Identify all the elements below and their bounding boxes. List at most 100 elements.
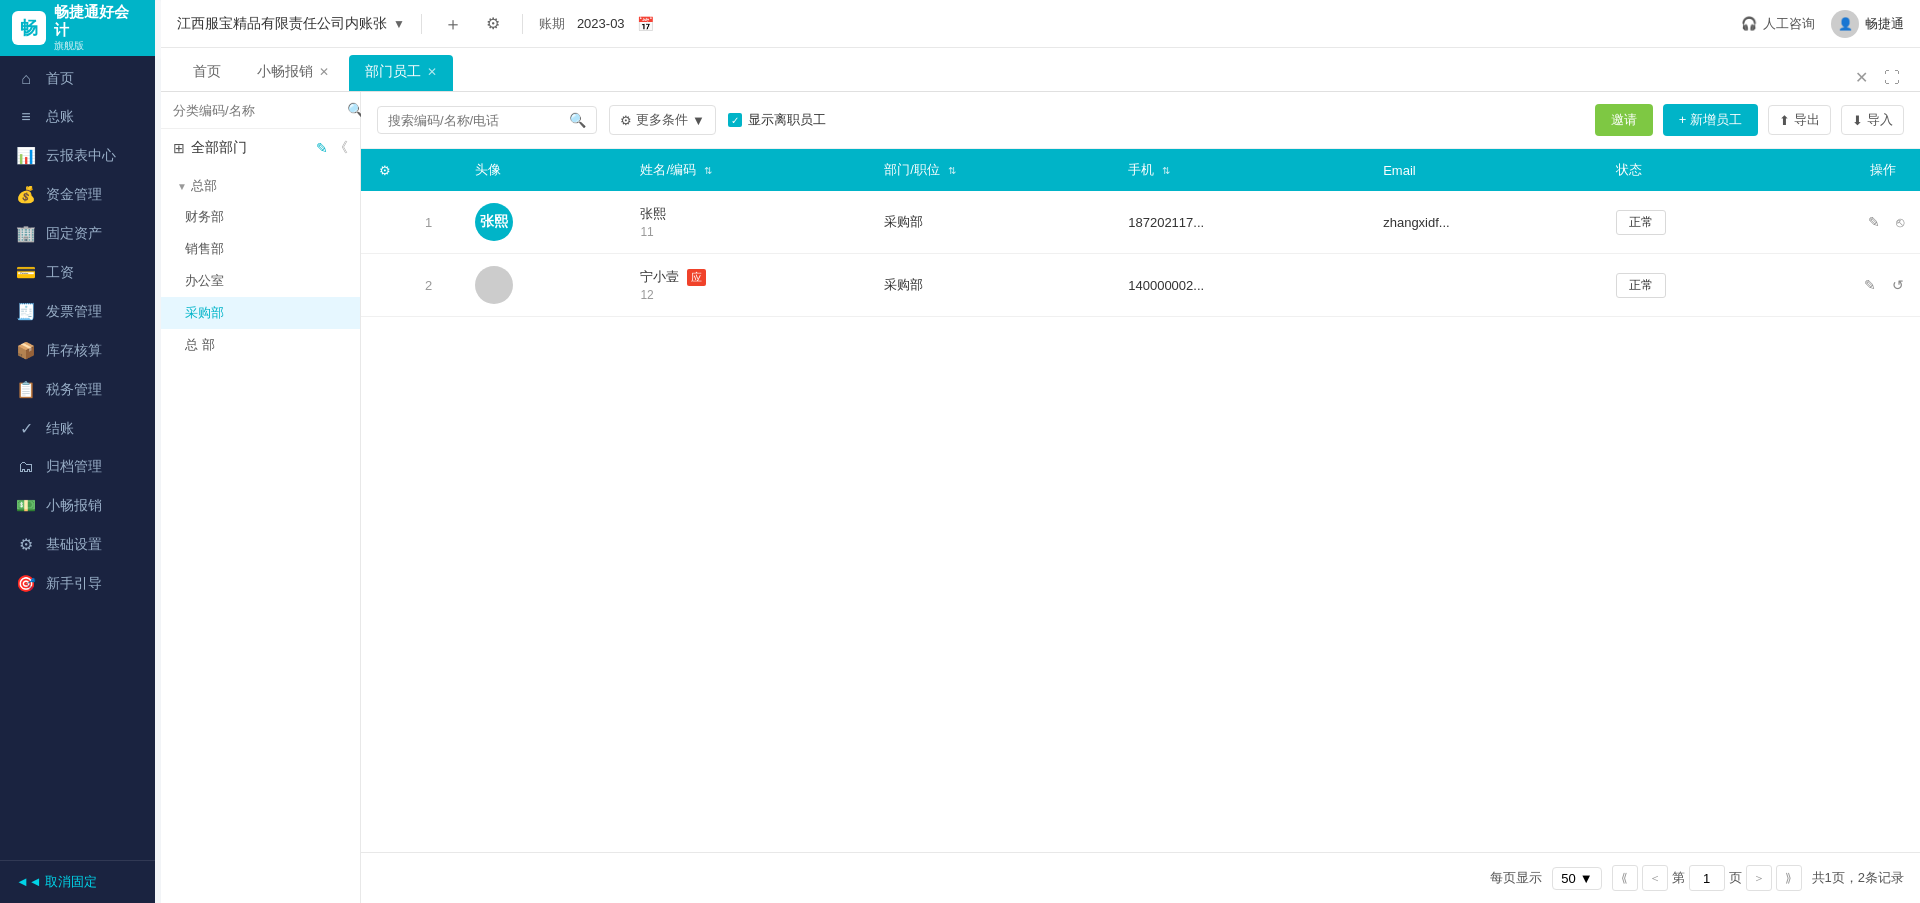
- table-footer: 每页显示 50 ▼ ⟪ ＜ 第 页 ＞ ⟫ 共1页，2条记录: [361, 852, 1920, 903]
- import-button[interactable]: ⬇ 导入: [1841, 105, 1904, 135]
- sidebar-item-inventory[interactable]: 📦 库存核算: [0, 331, 155, 370]
- dept-item-label: 总 部: [185, 337, 215, 352]
- headset-icon: 🎧: [1741, 16, 1757, 31]
- tab-close-all-button[interactable]: ✕: [1851, 64, 1872, 91]
- tab-home[interactable]: 首页: [177, 55, 237, 91]
- edit-dept-button[interactable]: ✎: [316, 140, 328, 156]
- dept-group-root: ▼ 总部 财务部 销售部 办公室 采购部: [161, 167, 360, 365]
- user-avatar: 👤: [1831, 10, 1859, 38]
- employee-name: 宁小壹 应: [640, 268, 852, 286]
- employee-search-input[interactable]: [388, 113, 563, 128]
- sidebar-unpin-btn[interactable]: ◄◄ 取消固定: [0, 860, 155, 903]
- prev-page-button[interactable]: ＜: [1642, 865, 1668, 891]
- last-page-button[interactable]: ⟫: [1776, 865, 1802, 891]
- more-filter-arrow: ▼: [692, 113, 705, 128]
- page-size-select[interactable]: 50 ▼: [1552, 867, 1601, 890]
- collapse-dept-button[interactable]: 《: [334, 139, 348, 157]
- dept-item-label: 销售部: [185, 241, 224, 256]
- col-name[interactable]: 姓名/编码 ⇅: [624, 149, 868, 191]
- sidebar-item-fund[interactable]: 💰 资金管理: [0, 175, 155, 214]
- row-ops-cell: ✎ ↺: [1800, 254, 1920, 317]
- col-phone[interactable]: 手机 ⇅: [1112, 149, 1367, 191]
- more-filter-button[interactable]: ⚙ 更多条件 ▼: [609, 105, 716, 135]
- employee-code: 12: [640, 288, 852, 302]
- sidebar-item-home[interactable]: ⌂ 首页: [0, 60, 155, 98]
- employee-dept: 采购部: [884, 277, 923, 292]
- add-employee-button[interactable]: + 新增员工: [1663, 104, 1758, 136]
- row-avatar-cell: 张熙: [459, 191, 624, 254]
- col-settings[interactable]: ⚙: [361, 149, 409, 191]
- sidebar-item-guide[interactable]: 🎯 新手引导: [0, 564, 155, 603]
- dept-item-finance[interactable]: 财务部: [161, 201, 360, 233]
- refresh-employee-button[interactable]: ↺: [1892, 277, 1904, 293]
- sidebar-item-checkout[interactable]: ✓ 结账: [0, 409, 155, 448]
- row-num: 1: [425, 215, 432, 230]
- invite-button[interactable]: 邀请: [1595, 104, 1653, 136]
- search-icon[interactable]: 🔍: [569, 112, 586, 128]
- scrollbar-thumb: [155, 0, 161, 60]
- page-input[interactable]: [1689, 865, 1725, 891]
- dept-root-title[interactable]: ▼ 总部: [161, 171, 360, 201]
- dept-item-sales[interactable]: 销售部: [161, 233, 360, 265]
- calendar-icon[interactable]: 📅: [637, 16, 654, 32]
- company-selector[interactable]: 江西服宝精品有限责任公司内账张 ▼: [177, 15, 405, 33]
- sidebar-item-salary[interactable]: 💳 工资: [0, 253, 155, 292]
- sidebar-item-invoice[interactable]: 🧾 发票管理: [0, 292, 155, 331]
- dept-search-wrap: 🔍: [161, 92, 360, 129]
- dept-item-general[interactable]: 总 部: [161, 329, 360, 361]
- sidebar-item-label: 新手引导: [46, 575, 102, 593]
- show-resign-wrap: ✓ 显示离职员工: [728, 111, 826, 129]
- sidebar-item-label: 基础设置: [46, 536, 102, 554]
- sidebar-item-tax[interactable]: 📋 税务管理: [0, 370, 155, 409]
- sidebar-logo: 畅 畅捷通好会计 旗舰版: [0, 0, 155, 56]
- show-resign-checkbox[interactable]: ✓: [728, 113, 742, 127]
- export-button[interactable]: ⬆ 导出: [1768, 105, 1831, 135]
- tab-maximize-button[interactable]: ⛶: [1880, 65, 1904, 91]
- sidebar-item-label: 云报表中心: [46, 147, 116, 165]
- edit-employee-button[interactable]: ✎: [1868, 214, 1880, 230]
- dept-item-purchase[interactable]: 采购部: [161, 297, 360, 329]
- col-dept[interactable]: 部门/职位 ⇅: [868, 149, 1112, 191]
- sidebar-item-label: 库存核算: [46, 342, 102, 360]
- tab-expense-close[interactable]: ✕: [319, 65, 329, 79]
- row-name-cell: 张熙 11: [624, 191, 868, 254]
- content-area: 🔍 ⊞ 全部部门 ✎ 《 ▼ 总部: [161, 92, 1920, 903]
- first-page-button[interactable]: ⟪: [1612, 865, 1638, 891]
- employee-table-wrap: ⚙ 头像 姓名/编码 ⇅ 部门/职位 ⇅ 手机 ⇅ Email 状态 操作: [361, 149, 1920, 852]
- tab-dept-employee[interactable]: 部门员工 ✕: [349, 55, 453, 91]
- employee-name: 张熙: [640, 205, 852, 223]
- sidebar-nav: ⌂ 首页 ≡ 总账 📊 云报表中心 💰 资金管理 🏢 固定资产 💳 工资 🧾 发…: [0, 56, 155, 860]
- sidebar-item-archive[interactable]: 🗂 归档管理: [0, 448, 155, 486]
- edit-employee-button[interactable]: ✎: [1864, 277, 1876, 293]
- all-dept-button[interactable]: ⊞ 全部部门: [173, 139, 247, 157]
- employee-email: zhangxidf...: [1383, 215, 1450, 230]
- dept-item-office[interactable]: 办公室: [161, 265, 360, 297]
- service-button[interactable]: 🎧 人工咨询: [1741, 15, 1815, 33]
- period-value: 2023-03: [577, 16, 625, 31]
- dept-search-input[interactable]: [173, 103, 341, 118]
- sidebar-item-label: 小畅报销: [46, 497, 102, 515]
- sidebar-item-reports[interactable]: 📊 云报表中心: [0, 136, 155, 175]
- employee-toolbar: 🔍 ⚙ 更多条件 ▼ ✓ 显示离职员工 邀请 + 新增员工 ⬆ 导出: [361, 92, 1920, 149]
- all-dept-label: 全部部门: [191, 139, 247, 157]
- logout-employee-button[interactable]: ⎋: [1896, 214, 1904, 230]
- tab-dept-close[interactable]: ✕: [427, 65, 437, 79]
- sidebar-item-expense[interactable]: 💵 小畅报销: [0, 486, 155, 525]
- sidebar-item-settings[interactable]: ⚙ 基础设置: [0, 525, 155, 564]
- tab-expense[interactable]: 小畅报销 ✕: [241, 55, 345, 91]
- dept-tree: ▼ 总部 财务部 销售部 办公室 采购部: [161, 167, 360, 903]
- fund-icon: 💰: [16, 185, 36, 204]
- logo-text-wrap: 畅捷通好会计 旗舰版: [54, 3, 143, 53]
- grid-icon: ⊞: [173, 140, 185, 156]
- company-settings-button[interactable]: ⚙: [480, 12, 506, 35]
- add-company-button[interactable]: ＋: [438, 10, 468, 38]
- employee-table: ⚙ 头像 姓名/编码 ⇅ 部门/职位 ⇅ 手机 ⇅ Email 状态 操作: [361, 149, 1920, 317]
- user-menu[interactable]: 👤 畅捷通: [1831, 10, 1904, 38]
- guide-icon: 🎯: [16, 574, 36, 593]
- sidebar-item-fixed-assets[interactable]: 🏢 固定资产: [0, 214, 155, 253]
- sidebar-scrollbar[interactable]: [155, 0, 161, 903]
- checkout-icon: ✓: [16, 419, 36, 438]
- next-page-button[interactable]: ＞: [1746, 865, 1772, 891]
- sidebar-item-ledger[interactable]: ≡ 总账: [0, 98, 155, 136]
- top-header: 江西服宝精品有限责任公司内账张 ▼ ＋ ⚙ 账期 2023-03 📅 🎧 人工咨…: [161, 0, 1920, 48]
